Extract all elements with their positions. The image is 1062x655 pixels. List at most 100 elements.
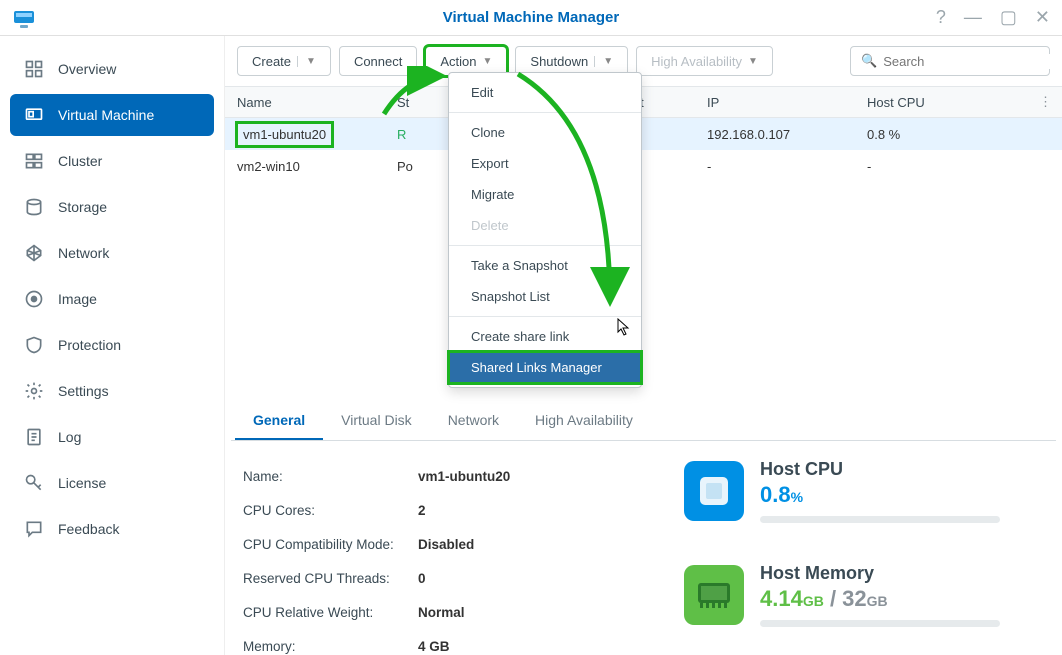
stat-label: Host CPU [760,459,1000,480]
stat-host-memory: Host Memory 4.14GB / 32GB [684,563,1044,627]
columns-menu-icon[interactable]: ⋮ [1029,94,1062,110]
detail-value: vm1-ubuntu20 [418,469,510,484]
chevron-down-icon: ▼ [483,56,493,67]
help-icon[interactable]: ? [932,7,950,28]
search-box[interactable]: 🔍 [850,46,1050,76]
detail-value: 0 [418,571,426,586]
high-availability-button[interactable]: High Availability▼ [636,46,773,76]
stat-unit: GB [803,593,824,609]
vm-icon [24,105,44,125]
sidebar-item-label: Feedback [58,521,119,537]
network-icon [24,243,44,263]
vm-cpu: 0.8 % [855,127,1062,142]
sidebar-item-feedback[interactable]: Feedback [10,508,214,550]
separator [449,245,641,246]
detail-label: CPU Compatibility Mode: [243,537,418,552]
separator [449,316,641,317]
sidebar-item-license[interactable]: License [10,462,214,504]
detail-value: 2 [418,503,426,518]
dashboard-icon [24,59,44,79]
sidebar-item-virtual-machine[interactable]: Virtual Machine [10,94,214,136]
sidebar-item-label: Storage [58,199,107,215]
detail-label: Memory: [243,639,418,654]
vm-ip: 192.168.0.107 [695,127,855,142]
table-row[interactable]: vm1-ubuntu20 R -nas 192.168.0.107 0.8 % [225,118,1062,150]
tab-virtual-disk[interactable]: Virtual Disk [323,402,430,440]
connect-button[interactable]: Connect [339,46,417,76]
action-dropdown: Edit Clone Export Migrate Delete Take a … [448,72,642,388]
col-ip[interactable]: IP [695,95,855,110]
detail-label: CPU Cores: [243,503,418,518]
vm-name: vm2-win10 [225,159,385,174]
memory-icon [684,565,744,625]
detail-value: 4 GB [418,639,450,654]
menu-item-shared-links-manager[interactable]: Shared Links Manager [449,352,641,383]
minimize-icon[interactable]: ― [960,7,986,28]
cpu-icon [684,461,744,521]
sidebar-item-settings[interactable]: Settings [10,370,214,412]
detail-value: Normal [418,605,465,620]
create-button[interactable]: Create▼ [237,46,331,76]
key-icon [24,473,44,493]
menu-item-create-share-link[interactable]: Create share link [449,321,641,352]
sidebar-item-network[interactable]: Network [10,232,214,274]
vm-table: Name St Host IP Host CPU ⋮ vm1-ubuntu20 … [225,86,1062,182]
stat-total-unit: GB [867,593,888,609]
detail-value: Disabled [418,537,474,552]
menu-item-delete[interactable]: Delete [449,210,641,241]
col-name[interactable]: Name [225,95,385,110]
tab-high-availability[interactable]: High Availability [517,402,651,440]
storage-icon [24,197,44,217]
stat-value: 4.14 [760,586,803,611]
feedback-icon [24,519,44,539]
sidebar-item-storage[interactable]: Storage [10,186,214,228]
menu-item-take-snapshot[interactable]: Take a Snapshot [449,250,641,281]
detail-tabs: General Virtual Disk Network High Availa… [231,402,1056,441]
maximize-icon[interactable]: ▢ [996,7,1021,28]
menu-item-clone[interactable]: Clone [449,117,641,148]
table-row[interactable]: vm2-win10 Po -nas - - [225,150,1062,182]
sidebar-item-log[interactable]: Log [10,416,214,458]
menu-item-migrate[interactable]: Migrate [449,179,641,210]
detail-label: Reserved CPU Threads: [243,571,418,586]
sidebar-item-label: Image [58,291,97,307]
detail-label: Name: [243,469,418,484]
sidebar-item-image[interactable]: Image [10,278,214,320]
col-cpu[interactable]: Host CPU [855,95,1029,110]
sidebar-item-cluster[interactable]: Cluster [10,140,214,182]
chevron-down-icon[interactable]: ▼ [594,56,613,67]
toolbar: Create▼ Connect Action▼ Shutdown▼ High A… [225,36,1062,86]
separator [449,112,641,113]
chevron-down-icon: ▼ [748,56,758,67]
menu-item-snapshot-list[interactable]: Snapshot List [449,281,641,312]
log-icon [24,427,44,447]
tab-network[interactable]: Network [430,402,517,440]
search-input[interactable] [877,54,1059,69]
chevron-down-icon[interactable]: ▼ [297,56,316,67]
search-icon: 🔍 [861,53,877,69]
app-icon [12,6,36,30]
sidebar-item-label: Virtual Machine [58,107,154,123]
stat-label: Host Memory [760,563,1000,584]
shield-icon [24,335,44,355]
titlebar: Virtual Machine Manager ? ― ▢ ✕ [0,0,1062,36]
menu-item-edit[interactable]: Edit [449,77,641,108]
menu-item-export[interactable]: Export [449,148,641,179]
tab-general[interactable]: General [235,402,323,440]
window-controls: ? ― ▢ ✕ [932,7,1054,28]
sidebar-item-overview[interactable]: Overview [10,48,214,90]
sidebar-item-label: Network [58,245,109,261]
sidebar-item-label: Log [58,429,81,445]
image-icon [24,289,44,309]
stat-host-cpu: Host CPU 0.8% [684,459,1044,523]
sidebar-item-label: Settings [58,383,109,399]
vm-name: vm1-ubuntu20 [237,123,332,146]
progress-bar [760,620,1000,627]
close-icon[interactable]: ✕ [1031,7,1054,28]
stat-unit: % [791,489,803,505]
stat-sep: / [824,586,842,611]
sidebar-item-label: Protection [58,337,121,353]
table-header: Name St Host IP Host CPU ⋮ [225,86,1062,118]
sidebar-item-protection[interactable]: Protection [10,324,214,366]
sidebar-item-label: Overview [58,61,116,77]
